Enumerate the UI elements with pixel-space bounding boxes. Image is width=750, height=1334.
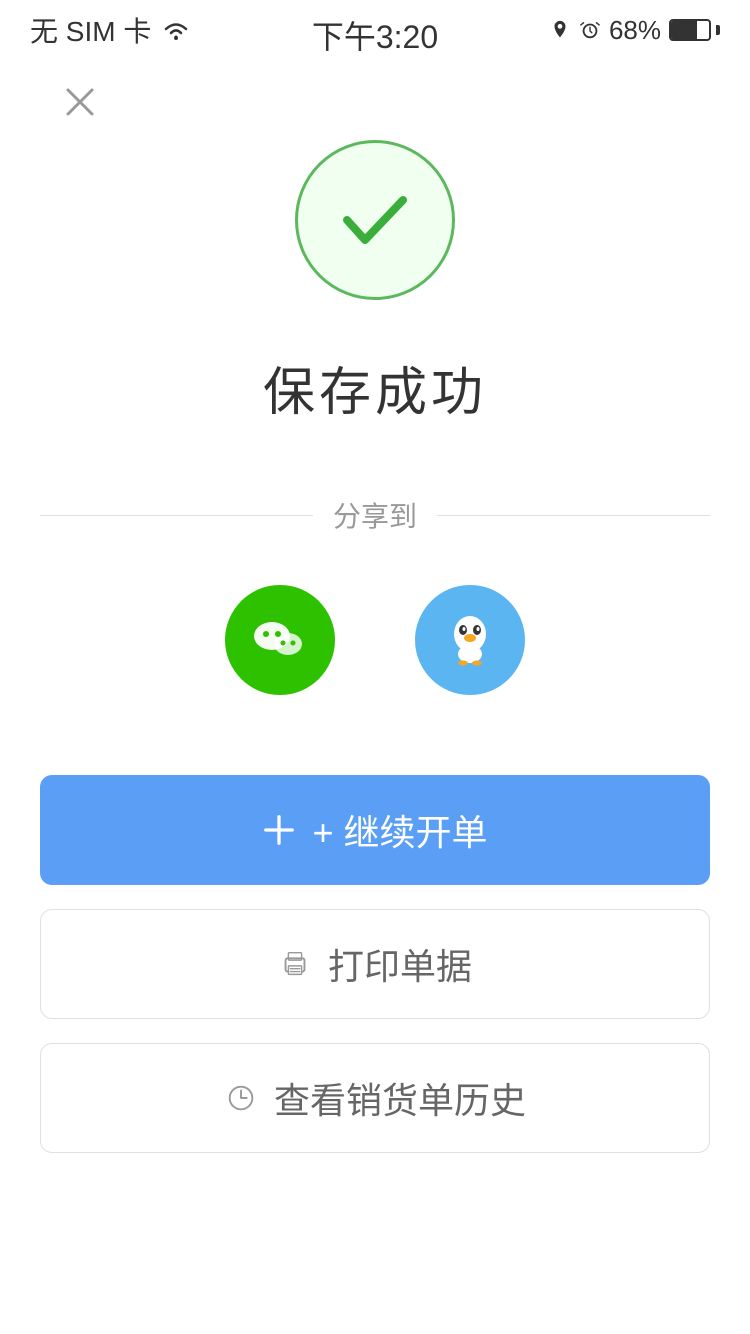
history-label: 查看销货单历史 bbox=[274, 1072, 526, 1124]
checkmark-icon bbox=[335, 178, 415, 263]
alarm-icon bbox=[579, 19, 601, 41]
print-icon bbox=[278, 947, 312, 981]
continue-label: + 继续开单 bbox=[312, 804, 487, 856]
status-carrier: 无 SIM 卡 bbox=[30, 10, 191, 50]
print-button[interactable]: 打印单据 bbox=[40, 909, 710, 1019]
share-divider: 分享到 bbox=[40, 495, 710, 535]
share-qq-button[interactable] bbox=[415, 585, 525, 695]
success-title: 保存成功 bbox=[263, 350, 487, 425]
battery-percent: 68% bbox=[609, 15, 661, 46]
continue-button[interactable]: + 继续开单 bbox=[40, 775, 710, 885]
status-bar: 无 SIM 卡 下午3:20 68% bbox=[0, 0, 750, 60]
status-right: 68% bbox=[549, 15, 720, 46]
print-label: 打印单据 bbox=[328, 938, 472, 990]
share-icons bbox=[40, 585, 710, 695]
history-icon bbox=[224, 1081, 258, 1115]
close-button[interactable] bbox=[50, 72, 110, 132]
plus-icon bbox=[262, 813, 296, 847]
status-time: 下午3:20 bbox=[312, 12, 438, 58]
battery-icon bbox=[669, 19, 720, 41]
share-wechat-button[interactable] bbox=[225, 585, 335, 695]
share-section: 分享到 bbox=[0, 495, 750, 695]
share-label: 分享到 bbox=[313, 495, 437, 535]
location-icon bbox=[549, 19, 571, 41]
history-button[interactable]: 查看销货单历史 bbox=[40, 1043, 710, 1153]
success-icon-circle bbox=[295, 140, 455, 300]
main-content: 保存成功 分享到 bbox=[0, 60, 750, 1153]
action-buttons: + 继续开单 打印单据 查看销货单历史 bbox=[0, 775, 750, 1153]
wifi-icon bbox=[161, 19, 191, 41]
